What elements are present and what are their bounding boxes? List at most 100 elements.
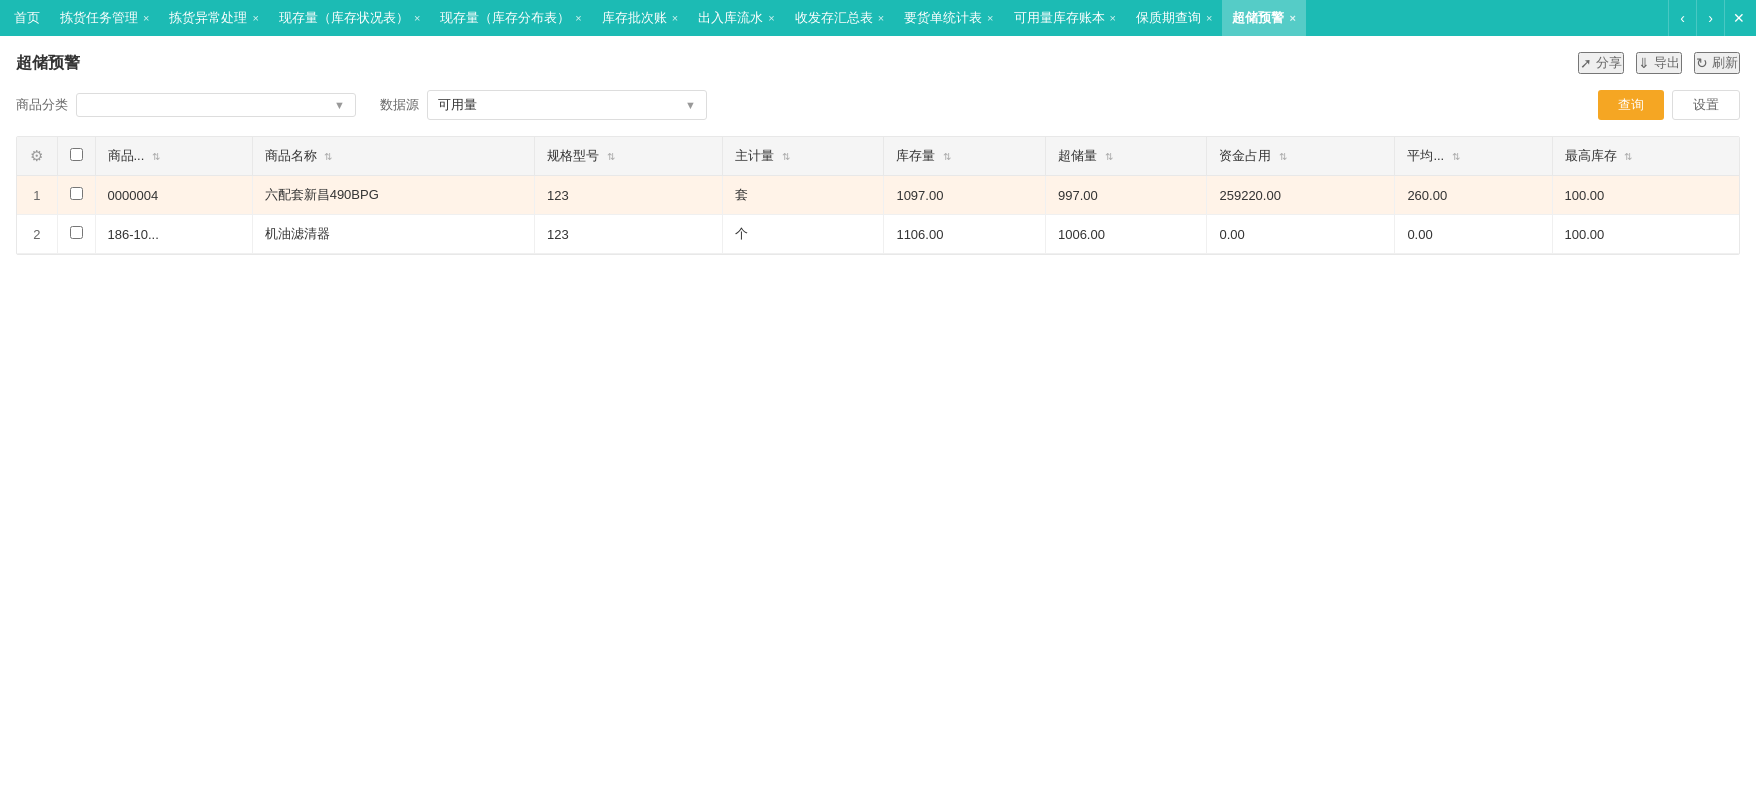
- row-checkbox-cell[interactable]: [57, 176, 95, 215]
- sort-avg-icon[interactable]: ⇅: [1452, 151, 1460, 162]
- row-capital-cell: 0.00: [1207, 215, 1395, 254]
- sort-name-icon[interactable]: ⇅: [324, 151, 332, 162]
- row-avg-cell: 260.00: [1395, 176, 1552, 215]
- nav-close-pick-exception[interactable]: ×: [252, 12, 258, 24]
- row-overflow-cell: 1006.00: [1045, 215, 1207, 254]
- nav-more-arrow[interactable]: ✕: [1724, 0, 1752, 36]
- category-dropdown-icon: ▼: [334, 99, 345, 111]
- row-stock-cell: 1106.00: [884, 215, 1046, 254]
- nav-item-stock-dist[interactable]: 现存量（库存分布表） ×: [430, 0, 591, 36]
- sort-unit-icon[interactable]: ⇅: [782, 151, 790, 162]
- page-container: 超储预警 ➚ 分享 ⇓ 导出 ↻ 刷新 商品分类 ▼ 数据源: [0, 36, 1756, 800]
- data-table: ⚙ 商品... ⇅ 商品名称 ⇅ 规格型号 ⇅: [16, 136, 1740, 255]
- export-button[interactable]: ⇓ 导出: [1636, 52, 1682, 74]
- category-select[interactable]: ▼: [76, 93, 356, 117]
- nav-close-stock-status[interactable]: ×: [414, 12, 420, 24]
- nav-item-overstock[interactable]: 超储预警 ×: [1222, 0, 1305, 36]
- datasource-filter: 数据源 可用量 ▼: [380, 90, 707, 120]
- filter-row: 商品分类 ▼ 数据源 可用量 ▼ 查询 设置: [16, 90, 1740, 120]
- sort-capital-icon[interactable]: ⇅: [1279, 151, 1287, 162]
- sort-stock-icon[interactable]: ⇅: [943, 151, 951, 162]
- row-unit-cell: 个: [722, 215, 884, 254]
- row-overflow-cell: 997.00: [1045, 176, 1207, 215]
- nav-item-batch[interactable]: 库存批次账 ×: [592, 0, 688, 36]
- datasource-select[interactable]: 可用量 ▼: [427, 90, 707, 120]
- nav-close-available[interactable]: ×: [1110, 12, 1116, 24]
- page-header: 超储预警 ➚ 分享 ⇓ 导出 ↻ 刷新: [16, 52, 1740, 74]
- nav-prev-arrow[interactable]: ‹: [1668, 0, 1696, 36]
- nav-item-expiry[interactable]: 保质期查询 ×: [1126, 0, 1222, 36]
- col-name-header: 商品名称 ⇅: [252, 137, 534, 176]
- top-navigation: 首页 拣货任务管理 × 拣货异常处理 × 现存量（库存状况表） × 现存量（库存…: [0, 0, 1756, 36]
- sort-code-icon[interactable]: ⇅: [152, 151, 160, 162]
- nav-close-requisition[interactable]: ×: [987, 12, 993, 24]
- export-icon: ⇓: [1638, 55, 1650, 71]
- nav-close-summary[interactable]: ×: [878, 12, 884, 24]
- row-spec-cell: 123: [534, 176, 722, 215]
- refresh-button[interactable]: ↻ 刷新: [1694, 52, 1740, 74]
- nav-close-batch[interactable]: ×: [672, 12, 678, 24]
- select-all-checkbox[interactable]: [70, 148, 83, 161]
- row-spec-cell: 123: [534, 215, 722, 254]
- nav-item-pick-exception[interactable]: 拣货异常处理 ×: [159, 0, 268, 36]
- row-stock-cell: 1097.00: [884, 176, 1046, 215]
- filter-actions: 查询 设置: [1598, 90, 1740, 120]
- row-checkbox-0[interactable]: [70, 187, 83, 200]
- col-capital-header: 资金占用 ⇅: [1207, 137, 1395, 176]
- nav-next-arrow[interactable]: ›: [1696, 0, 1724, 36]
- row-code-cell: 186-10...: [95, 215, 252, 254]
- row-capital-cell: 259220.00: [1207, 176, 1395, 215]
- nav-item-summary[interactable]: 收发存汇总表 ×: [785, 0, 894, 36]
- table-settings-icon[interactable]: ⚙: [30, 147, 43, 164]
- header-actions: ➚ 分享 ⇓ 导出 ↻ 刷新: [1578, 52, 1740, 74]
- col-spec-header: 规格型号 ⇅: [534, 137, 722, 176]
- row-code-cell: 0000004: [95, 176, 252, 215]
- datasource-dropdown-icon: ▼: [685, 99, 696, 111]
- setting-button[interactable]: 设置: [1672, 90, 1740, 120]
- page-title: 超储预警: [16, 53, 80, 74]
- row-unit-cell: 套: [722, 176, 884, 215]
- row-maxstock-cell: 100.00: [1552, 215, 1739, 254]
- col-overflow-header: 超储量 ⇅: [1045, 137, 1207, 176]
- sort-maxstock-icon[interactable]: ⇅: [1624, 151, 1632, 162]
- nav-close-stock-dist[interactable]: ×: [575, 12, 581, 24]
- datasource-label: 数据源: [380, 96, 419, 114]
- nav-close-flow[interactable]: ×: [768, 12, 774, 24]
- query-button[interactable]: 查询: [1598, 90, 1664, 120]
- row-avg-cell: 0.00: [1395, 215, 1552, 254]
- col-checkbox-header: [57, 137, 95, 176]
- row-num-cell: 2: [17, 215, 57, 254]
- nav-close-overstock[interactable]: ×: [1289, 12, 1295, 24]
- nav-item-requisition[interactable]: 要货单统计表 ×: [894, 0, 1003, 36]
- nav-item-home[interactable]: 首页: [4, 0, 50, 36]
- sort-overflow-icon[interactable]: ⇅: [1105, 151, 1113, 162]
- share-button[interactable]: ➚ 分享: [1578, 52, 1624, 74]
- table-row: 1 0000004 六配套新昌490BPG 123 套 1097.00 997.…: [17, 176, 1739, 215]
- nav-item-pick-task[interactable]: 拣货任务管理 ×: [50, 0, 159, 36]
- row-maxstock-cell: 100.00: [1552, 176, 1739, 215]
- col-avg-header: 平均... ⇅: [1395, 137, 1552, 176]
- row-num-cell: 1: [17, 176, 57, 215]
- col-settings: ⚙: [17, 137, 57, 176]
- nav-close-expiry[interactable]: ×: [1206, 12, 1212, 24]
- row-name-cell: 六配套新昌490BPG: [252, 176, 534, 215]
- row-name-cell: 机油滤清器: [252, 215, 534, 254]
- col-unit-header: 主计量 ⇅: [722, 137, 884, 176]
- table-header-row: ⚙ 商品... ⇅ 商品名称 ⇅ 规格型号 ⇅: [17, 137, 1739, 176]
- col-code-header: 商品... ⇅: [95, 137, 252, 176]
- row-checkbox-1[interactable]: [70, 226, 83, 239]
- nav-item-available[interactable]: 可用量库存账本 ×: [1004, 0, 1126, 36]
- col-stock-header: 库存量 ⇅: [884, 137, 1046, 176]
- table-row: 2 186-10... 机油滤清器 123 个 1106.00 1006.00 …: [17, 215, 1739, 254]
- row-checkbox-cell[interactable]: [57, 215, 95, 254]
- nav-item-flow[interactable]: 出入库流水 ×: [688, 0, 784, 36]
- category-filter: 商品分类 ▼: [16, 93, 356, 117]
- refresh-icon: ↻: [1696, 55, 1708, 71]
- nav-item-stock-status[interactable]: 现存量（库存状况表） ×: [269, 0, 430, 36]
- category-label: 商品分类: [16, 96, 68, 114]
- nav-close-pick-task[interactable]: ×: [143, 12, 149, 24]
- datasource-select-value: 可用量: [438, 96, 477, 114]
- sort-spec-icon[interactable]: ⇅: [607, 151, 615, 162]
- col-maxstock-header: 最高库存 ⇅: [1552, 137, 1739, 176]
- nav-arrows: ‹ › ✕: [1668, 0, 1752, 36]
